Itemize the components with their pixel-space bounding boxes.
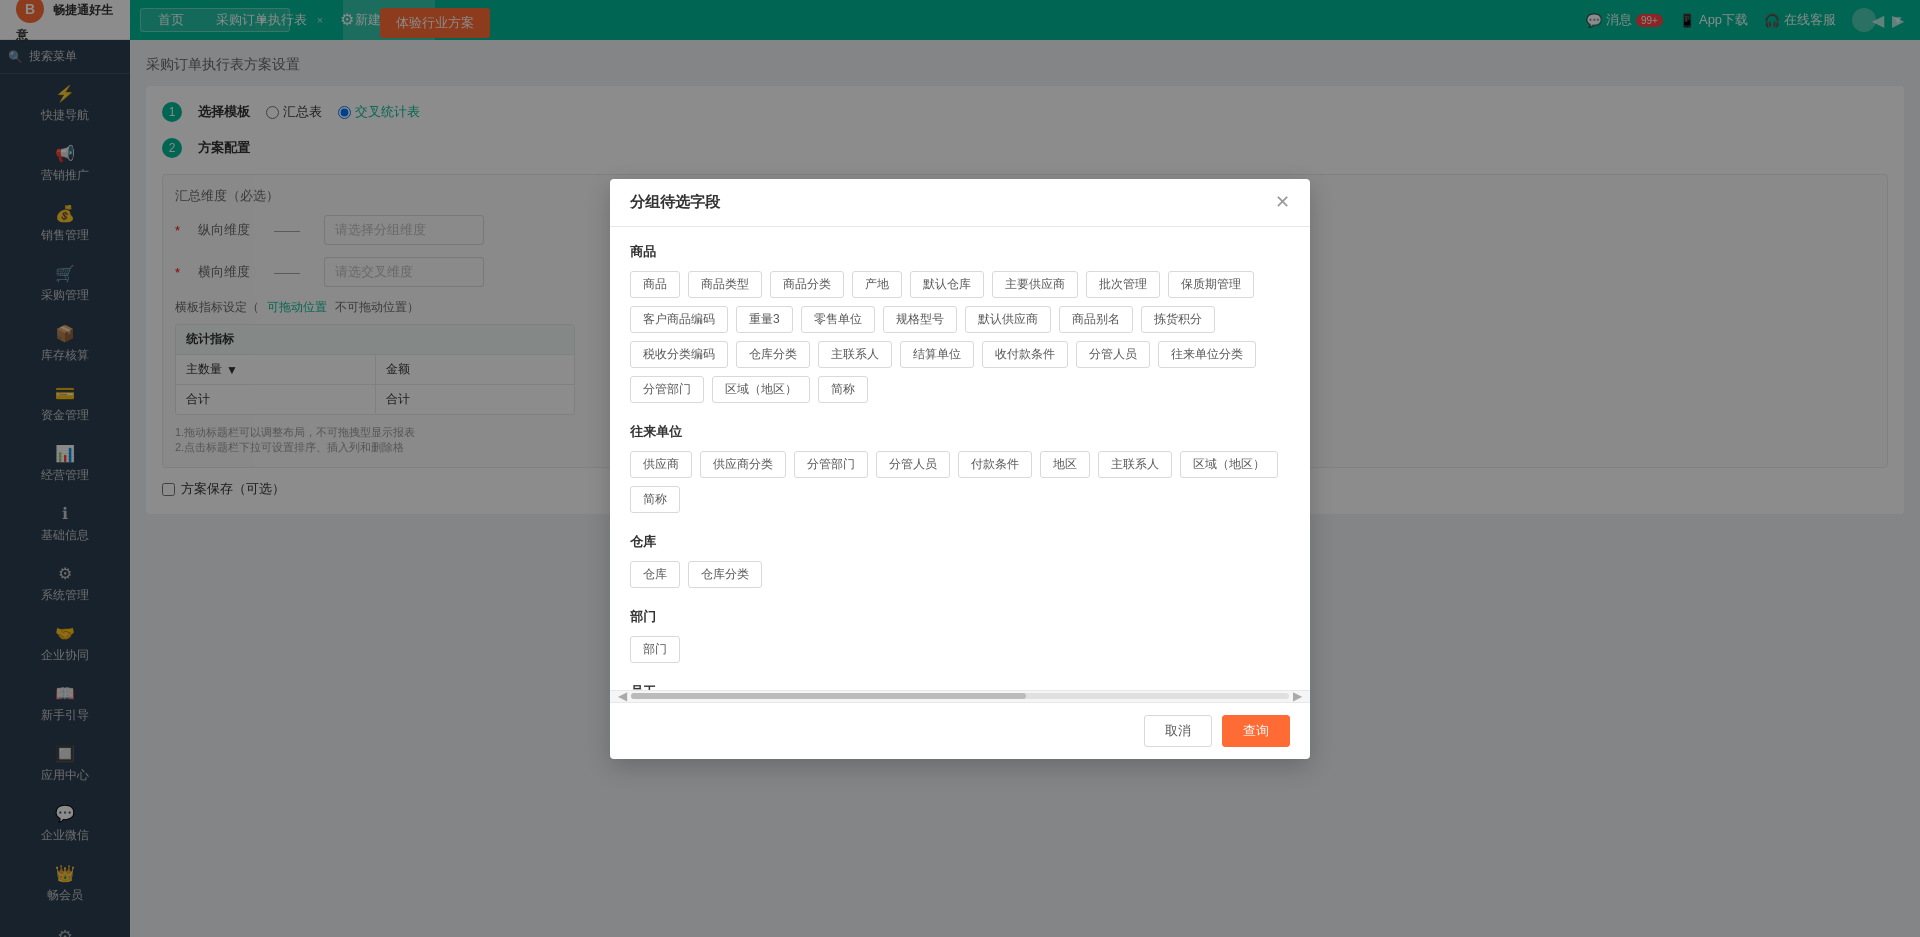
- field-tag[interactable]: 供应商分类: [700, 451, 786, 478]
- section-partner-tags: 供应商 供应商分类 分管部门 分管人员 付款条件 地区 主联系人 区域（地区） …: [630, 451, 1290, 513]
- hscroll-thumb: [631, 693, 1026, 699]
- section-department-tags: 部门: [630, 636, 1290, 663]
- field-tag[interactable]: 分管人员: [876, 451, 950, 478]
- section-partner-title: 往来单位: [630, 423, 1290, 441]
- hscroll-track[interactable]: [631, 693, 1289, 699]
- field-tag[interactable]: 零售单位: [801, 306, 875, 333]
- section-partner: 往来单位 供应商 供应商分类 分管部门 分管人员 付款条件 地区 主联系人 区域…: [630, 423, 1290, 513]
- field-tag[interactable]: 主要供应商: [992, 271, 1078, 298]
- field-tag[interactable]: 供应商: [630, 451, 692, 478]
- field-tag[interactable]: 默认仓库: [910, 271, 984, 298]
- field-tag[interactable]: 仓库: [630, 561, 680, 588]
- modal-close-icon[interactable]: ✕: [1275, 193, 1290, 211]
- field-tag[interactable]: 商品别名: [1059, 306, 1133, 333]
- field-tag[interactable]: 区域（地区）: [712, 376, 810, 403]
- section-goods-tags: 商品 商品类型 商品分类 产地 默认仓库 主要供应商 批次管理 保质期管理 客户…: [630, 271, 1290, 403]
- field-tag[interactable]: 重量3: [736, 306, 793, 333]
- modal-title: 分组待选字段: [630, 193, 720, 212]
- field-tag[interactable]: 地区: [1040, 451, 1090, 478]
- field-tag[interactable]: 简称: [630, 486, 680, 513]
- section-department-title: 部门: [630, 608, 1290, 626]
- field-tag[interactable]: 客户商品编码: [630, 306, 728, 333]
- section-employee: 员工 业务员: [630, 683, 1290, 690]
- field-tag[interactable]: 主联系人: [1098, 451, 1172, 478]
- section-employee-title: 员工: [630, 683, 1290, 690]
- section-department: 部门 部门: [630, 608, 1290, 663]
- field-tag[interactable]: 主联系人: [818, 341, 892, 368]
- field-tag[interactable]: 分管人员: [1076, 341, 1150, 368]
- field-tag[interactable]: 商品分类: [770, 271, 844, 298]
- field-tag[interactable]: 付款条件: [958, 451, 1032, 478]
- field-tag[interactable]: 产地: [852, 271, 902, 298]
- field-tag[interactable]: 仓库分类: [688, 561, 762, 588]
- field-tag[interactable]: 默认供应商: [965, 306, 1051, 333]
- modal-overlay: 分组待选字段 ✕ 商品 商品 商品类型 商品分类 产地 默认仓库 主要供应商 批…: [0, 0, 1920, 937]
- field-tag[interactable]: 仓库分类: [736, 341, 810, 368]
- field-tag[interactable]: 商品类型: [688, 271, 762, 298]
- section-goods: 商品 商品 商品类型 商品分类 产地 默认仓库 主要供应商 批次管理 保质期管理…: [630, 243, 1290, 403]
- field-tag[interactable]: 区域（地区）: [1180, 451, 1278, 478]
- section-warehouse: 仓库 仓库 仓库分类: [630, 533, 1290, 588]
- field-tag[interactable]: 保质期管理: [1168, 271, 1254, 298]
- field-tag[interactable]: 部门: [630, 636, 680, 663]
- field-tag[interactable]: 税收分类编码: [630, 341, 728, 368]
- field-tag[interactable]: 拣货积分: [1141, 306, 1215, 333]
- modal-hscroll[interactable]: ◀ ▶: [610, 690, 1310, 702]
- field-tag[interactable]: 批次管理: [1086, 271, 1160, 298]
- confirm-button[interactable]: 查询: [1222, 715, 1290, 747]
- cancel-button[interactable]: 取消: [1144, 715, 1212, 747]
- field-tag[interactable]: 分管部门: [794, 451, 868, 478]
- modal-body[interactable]: 商品 商品 商品类型 商品分类 产地 默认仓库 主要供应商 批次管理 保质期管理…: [610, 227, 1310, 690]
- field-tag[interactable]: 往来单位分类: [1158, 341, 1256, 368]
- field-tag[interactable]: 商品: [630, 271, 680, 298]
- field-tag[interactable]: 规格型号: [883, 306, 957, 333]
- section-warehouse-title: 仓库: [630, 533, 1290, 551]
- field-tag[interactable]: 简称: [818, 376, 868, 403]
- field-tag[interactable]: 分管部门: [630, 376, 704, 403]
- section-goods-title: 商品: [630, 243, 1290, 261]
- modal-header: 分组待选字段 ✕: [610, 179, 1310, 227]
- field-tag[interactable]: 收付款条件: [982, 341, 1068, 368]
- field-tag[interactable]: 结算单位: [900, 341, 974, 368]
- modal-footer: 取消 查询: [610, 702, 1310, 759]
- modal-dialog: 分组待选字段 ✕ 商品 商品 商品类型 商品分类 产地 默认仓库 主要供应商 批…: [610, 179, 1310, 759]
- section-warehouse-tags: 仓库 仓库分类: [630, 561, 1290, 588]
